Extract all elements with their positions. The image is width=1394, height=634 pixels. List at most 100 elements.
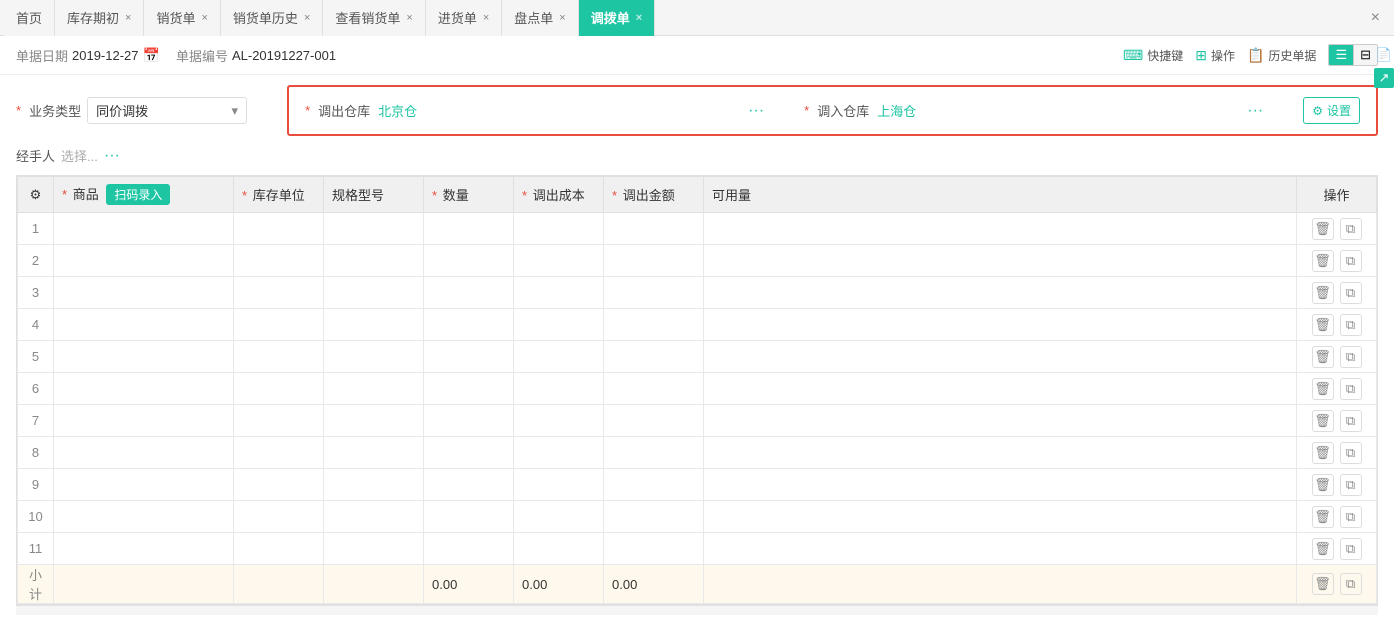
available-cell[interactable] — [704, 501, 1297, 533]
close-transfer[interactable]: × — [636, 12, 642, 24]
cost-cell[interactable] — [514, 341, 604, 373]
qty-cell[interactable] — [424, 213, 514, 245]
qty-cell[interactable] — [424, 405, 514, 437]
amount-cell[interactable] — [604, 309, 704, 341]
product-cell[interactable] — [54, 309, 234, 341]
spec-cell[interactable] — [324, 309, 424, 341]
unit-cell[interactable] — [234, 373, 324, 405]
cost-cell[interactable] — [514, 533, 604, 565]
close-view-sales[interactable]: × — [406, 12, 412, 24]
product-cell[interactable] — [54, 213, 234, 245]
available-cell[interactable] — [704, 373, 1297, 405]
unit-cell[interactable] — [234, 341, 324, 373]
transfer-in-more-button[interactable]: ··· — [1247, 102, 1263, 120]
amount-cell[interactable] — [604, 469, 704, 501]
operator-more-button[interactable]: ··· — [104, 147, 120, 165]
copy-row-button[interactable]: ⧉ — [1340, 474, 1362, 496]
unit-cell[interactable] — [234, 437, 324, 469]
delete-row-button[interactable]: 🗑 — [1312, 474, 1334, 496]
copy-row-button[interactable]: ⧉ — [1340, 506, 1362, 528]
copy-row-button[interactable]: ⧉ — [1340, 282, 1362, 304]
copy-row-button[interactable]: ⧉ — [1340, 314, 1362, 336]
product-cell[interactable] — [54, 277, 234, 309]
available-cell[interactable] — [704, 533, 1297, 565]
copy-row-button[interactable]: ⧉ — [1340, 442, 1362, 464]
window-close-button[interactable]: × — [1361, 9, 1390, 27]
cost-cell[interactable] — [514, 245, 604, 277]
product-cell[interactable] — [54, 437, 234, 469]
sidebar-export-icon[interactable]: ↗ — [1374, 68, 1394, 88]
qty-cell[interactable] — [424, 469, 514, 501]
delete-row-button[interactable]: 🗑 — [1312, 506, 1334, 528]
spec-cell[interactable] — [324, 277, 424, 309]
unit-cell[interactable] — [234, 245, 324, 277]
close-purchase[interactable]: × — [483, 12, 489, 24]
amount-cell[interactable] — [604, 501, 704, 533]
spec-cell[interactable] — [324, 437, 424, 469]
tab-initial-stock[interactable]: 库存期初 × — [55, 0, 144, 36]
available-cell[interactable] — [704, 245, 1297, 277]
cost-cell[interactable] — [514, 373, 604, 405]
unit-cell[interactable] — [234, 469, 324, 501]
tab-view-sales[interactable]: 查看销货单 × — [323, 0, 425, 36]
unit-cell[interactable] — [234, 533, 324, 565]
unit-cell[interactable] — [234, 405, 324, 437]
unit-cell[interactable] — [234, 277, 324, 309]
product-cell[interactable] — [54, 341, 234, 373]
shortcuts-button[interactable]: ⌨ 快捷键 — [1123, 47, 1183, 64]
cost-cell[interactable] — [514, 405, 604, 437]
amount-cell[interactable] — [604, 437, 704, 469]
delete-row-button[interactable]: 🗑 — [1312, 442, 1334, 464]
unit-cell[interactable] — [234, 501, 324, 533]
spec-cell[interactable] — [324, 245, 424, 277]
qty-cell[interactable] — [424, 437, 514, 469]
qty-cell[interactable] — [424, 501, 514, 533]
copy-row-button[interactable]: ⧉ — [1340, 346, 1362, 368]
operations-button[interactable]: ⊞ 操作 — [1195, 47, 1235, 64]
qty-cell[interactable] — [424, 373, 514, 405]
tab-sales-order[interactable]: 销货单 × — [144, 0, 220, 36]
delete-row-button[interactable]: 🗑 — [1312, 314, 1334, 336]
product-cell[interactable] — [54, 245, 234, 277]
available-cell[interactable] — [704, 213, 1297, 245]
spec-cell[interactable] — [324, 533, 424, 565]
spec-cell[interactable] — [324, 373, 424, 405]
product-cell[interactable] — [54, 469, 234, 501]
delete-row-button[interactable]: 🗑 — [1312, 250, 1334, 272]
available-cell[interactable] — [704, 341, 1297, 373]
horizontal-scrollbar[interactable] — [16, 605, 1378, 615]
unit-cell[interactable] — [234, 213, 324, 245]
operator-select[interactable]: 选择... — [61, 146, 98, 165]
tab-purchase[interactable]: 进货单 × — [426, 0, 502, 36]
available-cell[interactable] — [704, 309, 1297, 341]
subtotal-copy-button[interactable]: ⧉ — [1340, 573, 1362, 595]
calendar-icon[interactable]: 📅 — [143, 47, 160, 64]
qty-cell[interactable] — [424, 533, 514, 565]
subtotal-delete-button[interactable]: 🗑 — [1312, 573, 1334, 595]
spec-cell[interactable] — [324, 469, 424, 501]
qty-cell[interactable] — [424, 341, 514, 373]
amount-cell[interactable] — [604, 245, 704, 277]
cost-cell[interactable] — [514, 501, 604, 533]
spec-cell[interactable] — [324, 213, 424, 245]
delete-row-button[interactable]: 🗑 — [1312, 410, 1334, 432]
delete-row-button[interactable]: 🗑 — [1312, 378, 1334, 400]
cost-cell[interactable] — [514, 469, 604, 501]
delete-row-button[interactable]: 🗑 — [1312, 218, 1334, 240]
copy-row-button[interactable]: ⧉ — [1340, 378, 1362, 400]
delete-row-button[interactable]: 🗑 — [1312, 282, 1334, 304]
amount-cell[interactable] — [604, 277, 704, 309]
close-sales-order[interactable]: × — [201, 12, 207, 24]
available-cell[interactable] — [704, 405, 1297, 437]
close-initial-stock[interactable]: × — [125, 12, 131, 24]
tab-sales-history[interactable]: 销货单历史 × — [221, 0, 323, 36]
amount-cell[interactable] — [604, 373, 704, 405]
amount-cell[interactable] — [604, 213, 704, 245]
business-type-select[interactable]: 同价调拨 ▾ — [87, 97, 247, 124]
transfer-out-more-button[interactable]: ··· — [748, 102, 764, 120]
tab-transfer[interactable]: 调拨单 × — [579, 0, 655, 36]
tab-home[interactable]: 首页 — [4, 0, 55, 36]
product-cell[interactable] — [54, 501, 234, 533]
close-inventory[interactable]: × — [559, 12, 565, 24]
delete-row-button[interactable]: 🗑 — [1312, 538, 1334, 560]
